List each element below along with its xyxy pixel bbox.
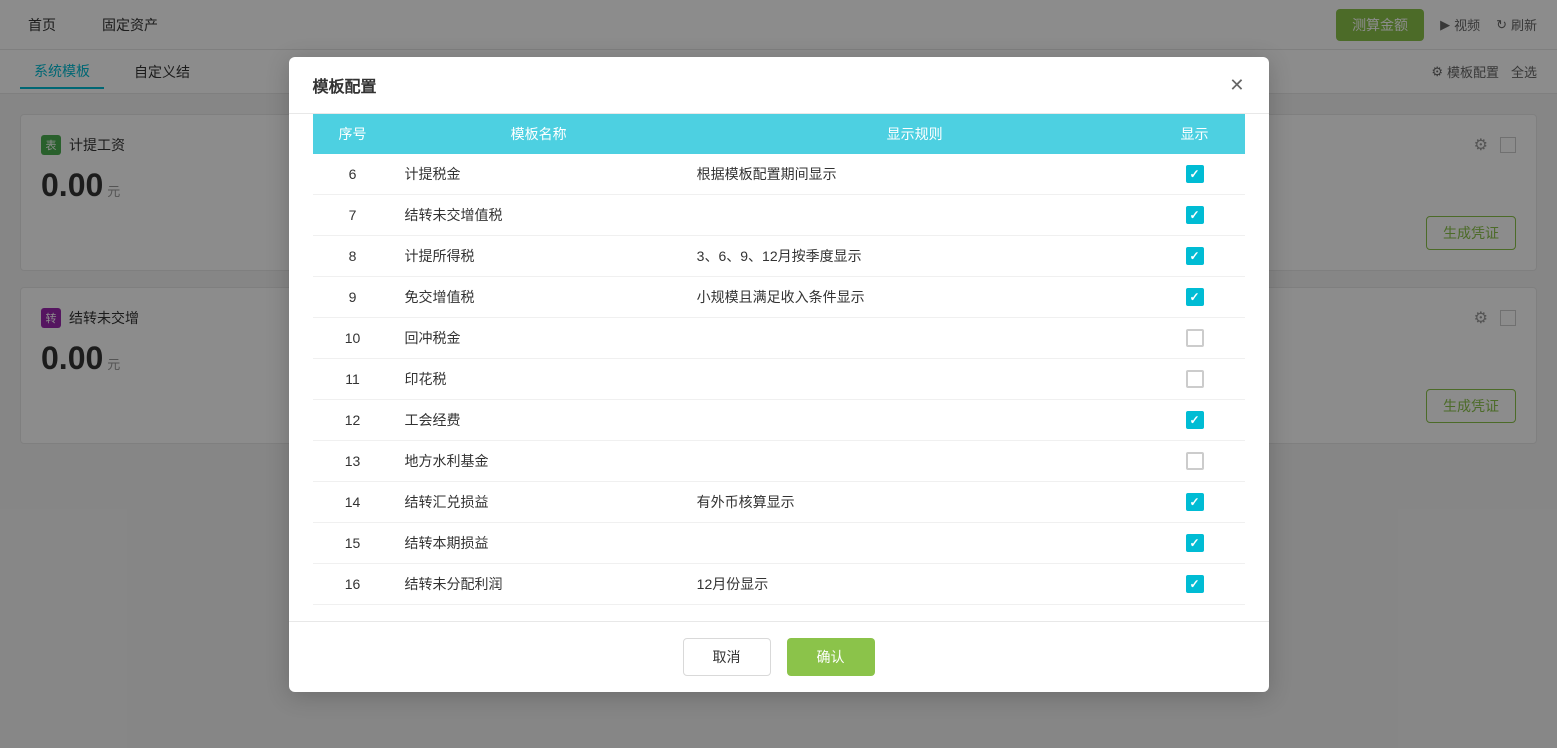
- cell-display: [1145, 358, 1245, 399]
- cell-rule: [685, 194, 1145, 235]
- cell-seq: 15: [313, 522, 393, 563]
- checkbox-row-14[interactable]: [1186, 493, 1204, 511]
- col-name: 模板名称: [393, 114, 685, 154]
- cell-name: 结转本期损益: [393, 522, 685, 563]
- cell-seq: 12: [313, 399, 393, 440]
- cancel-btn[interactable]: 取消: [683, 638, 771, 676]
- cell-name: 回冲税金: [393, 317, 685, 358]
- modal-header: 模板配置 ✕: [289, 57, 1269, 114]
- cell-name: 计提税金: [393, 154, 685, 195]
- checkbox-row-13[interactable]: [1186, 452, 1204, 470]
- cell-display: [1145, 399, 1245, 440]
- cell-rule: [685, 358, 1145, 399]
- table-row: 10回冲税金: [313, 317, 1245, 358]
- confirm-btn[interactable]: 确认: [787, 638, 875, 676]
- checkbox-row-16[interactable]: [1186, 575, 1204, 593]
- cell-display: [1145, 235, 1245, 276]
- cell-seq: 7: [313, 194, 393, 235]
- cell-rule: 12月份显示: [685, 563, 1145, 604]
- table-row: 11印花税: [313, 358, 1245, 399]
- cell-seq: 10: [313, 317, 393, 358]
- cell-display: [1145, 440, 1245, 481]
- cell-rule: [685, 399, 1145, 440]
- table-row: 8计提所得税3、6、9、12月按季度显示: [313, 235, 1245, 276]
- table-row: 15结转本期损益: [313, 522, 1245, 563]
- cell-name: 免交增值税: [393, 276, 685, 317]
- cell-name: 结转未分配利润: [393, 563, 685, 604]
- col-rule: 显示规则: [685, 114, 1145, 154]
- cell-display: [1145, 276, 1245, 317]
- config-modal: 模板配置 ✕ 序号 模板名称 显示规则 显示 6计提税金根据模板配置期间显示7结…: [289, 57, 1269, 692]
- checkbox-row-9[interactable]: [1186, 288, 1204, 306]
- table-row: 13地方水利基金: [313, 440, 1245, 481]
- config-table: 序号 模板名称 显示规则 显示 6计提税金根据模板配置期间显示7结转未交增值税8…: [313, 114, 1245, 605]
- cell-name: 印花税: [393, 358, 685, 399]
- checkbox-row-11[interactable]: [1186, 370, 1204, 388]
- cell-display: [1145, 194, 1245, 235]
- cell-rule: 有外币核算显示: [685, 481, 1145, 522]
- cell-seq: 14: [313, 481, 393, 522]
- cell-rule: 3、6、9、12月按季度显示: [685, 235, 1145, 276]
- table-row: 7结转未交增值税: [313, 194, 1245, 235]
- modal-close-btn[interactable]: ✕: [1229, 76, 1244, 94]
- table-row: 16结转未分配利润12月份显示: [313, 563, 1245, 604]
- col-seq: 序号: [313, 114, 393, 154]
- modal-overlay: 模板配置 ✕ 序号 模板名称 显示规则 显示 6计提税金根据模板配置期间显示7结…: [0, 0, 1557, 748]
- cell-seq: 6: [313, 154, 393, 195]
- checkbox-row-10[interactable]: [1186, 329, 1204, 347]
- modal-footer: 取消 确认: [289, 621, 1269, 692]
- checkbox-row-8[interactable]: [1186, 247, 1204, 265]
- cell-seq: 11: [313, 358, 393, 399]
- modal-body: 序号 模板名称 显示规则 显示 6计提税金根据模板配置期间显示7结转未交增值税8…: [289, 114, 1269, 621]
- cell-seq: 9: [313, 276, 393, 317]
- table-row: 9免交增值税小规模且满足收入条件显示: [313, 276, 1245, 317]
- cell-name: 工会经费: [393, 399, 685, 440]
- table-header-row: 序号 模板名称 显示规则 显示: [313, 114, 1245, 154]
- cell-name: 地方水利基金: [393, 440, 685, 481]
- cell-rule: [685, 317, 1145, 358]
- checkbox-row-6[interactable]: [1186, 165, 1204, 183]
- cell-rule: [685, 522, 1145, 563]
- cell-rule: 小规模且满足收入条件显示: [685, 276, 1145, 317]
- cell-name: 计提所得税: [393, 235, 685, 276]
- cell-rule: [685, 440, 1145, 481]
- col-display: 显示: [1145, 114, 1245, 154]
- checkbox-row-12[interactable]: [1186, 411, 1204, 429]
- cell-display: [1145, 563, 1245, 604]
- cell-seq: 13: [313, 440, 393, 481]
- cell-name: 结转未交增值税: [393, 194, 685, 235]
- cell-name: 结转汇兑损益: [393, 481, 685, 522]
- table-row: 12工会经费: [313, 399, 1245, 440]
- cell-seq: 8: [313, 235, 393, 276]
- modal-title: 模板配置: [313, 73, 377, 97]
- checkbox-row-7[interactable]: [1186, 206, 1204, 224]
- cell-display: [1145, 481, 1245, 522]
- table-row: 14结转汇兑损益有外币核算显示: [313, 481, 1245, 522]
- cell-seq: 16: [313, 563, 393, 604]
- cell-display: [1145, 154, 1245, 195]
- cell-rule: 根据模板配置期间显示: [685, 154, 1145, 195]
- cell-display: [1145, 522, 1245, 563]
- checkbox-row-15[interactable]: [1186, 534, 1204, 552]
- cell-display: [1145, 317, 1245, 358]
- table-row: 6计提税金根据模板配置期间显示: [313, 154, 1245, 195]
